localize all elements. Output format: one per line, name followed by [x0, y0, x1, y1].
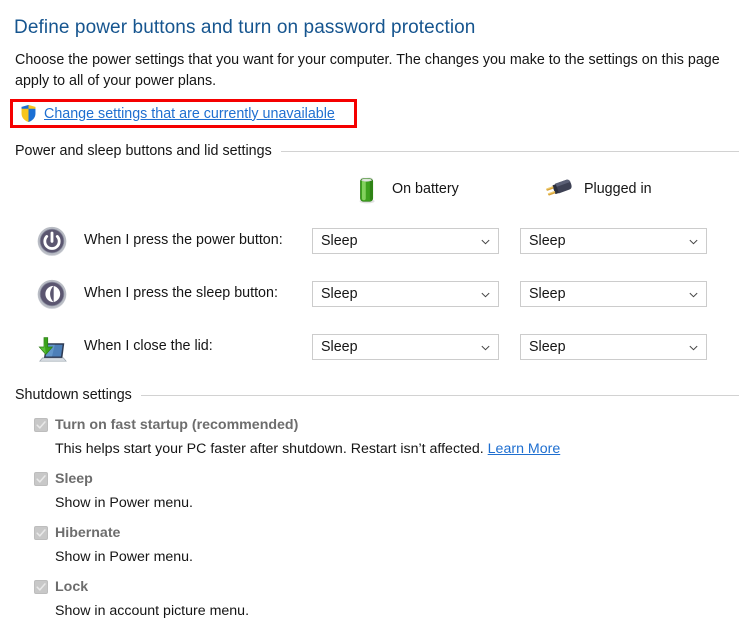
group-header-shutdown-label: Shutdown settings	[15, 387, 132, 403]
chevron-down-icon	[689, 292, 698, 297]
sleep-moon-icon	[37, 279, 67, 309]
close-lid-plugged-in-value: Sleep	[529, 339, 566, 355]
checkbox-row-fast-startup[interactable]: Turn on fast startup (recommended)	[0, 416, 747, 434]
power-options-page: Define power buttons and turn on passwor…	[0, 0, 747, 619]
divider-rule-shutdown	[140, 394, 739, 396]
close-lid-plugged-in-dropdown[interactable]: Sleep	[520, 334, 707, 360]
chevron-down-icon	[689, 345, 698, 350]
setting-row-power-button-label: When I press the power button:	[84, 232, 283, 248]
column-header-plugged-in-label: Plugged in	[584, 181, 652, 197]
setting-row-close-lid-label: When I close the lid:	[84, 338, 213, 354]
checkbox-label-sleep: Sleep	[55, 471, 93, 487]
checkbox-item-sleep: Sleep Show in Power menu.	[0, 470, 747, 512]
sleep-button-plugged-in-value: Sleep	[529, 286, 566, 302]
close-lid-on-battery-value: Sleep	[321, 339, 358, 355]
checkbox-description-hibernate: Show in Power menu.	[55, 549, 194, 565]
checkbox-item-fast-startup: Turn on fast startup (recommended) This …	[0, 416, 747, 458]
setting-row-sleep-button: When I press the sleep button: Sleep Sle…	[0, 277, 747, 311]
checkbox-item-hibernate: Hibernate Show in Power menu.	[0, 524, 747, 566]
chevron-down-icon	[481, 239, 490, 244]
checkbox-row-hibernate[interactable]: Hibernate	[0, 524, 747, 542]
chevron-down-icon	[481, 345, 490, 350]
power-button-plugged-in-value: Sleep	[529, 233, 566, 249]
checkbox-description-fast-startup: This helps start your PC faster after sh…	[0, 440, 747, 458]
checkbox-description-lock: Show in account picture menu.	[55, 603, 250, 619]
group-header-power-sleep-label: Power and sleep buttons and lid settings	[15, 143, 272, 159]
checkbox-label-lock: Lock	[55, 579, 89, 595]
checkbox-row-lock[interactable]: Lock	[0, 578, 747, 596]
checkbox-checked-disabled-icon[interactable]	[34, 418, 48, 432]
column-header-on-battery-label: On battery	[392, 181, 459, 197]
checkbox-row-sleep[interactable]: Sleep	[0, 470, 747, 488]
checkbox-description-fast-startup-text: This helps start your PC faster after sh…	[55, 441, 484, 457]
setting-row-sleep-button-label: When I press the sleep button:	[84, 285, 278, 301]
page-title: Define power buttons and turn on passwor…	[14, 17, 476, 38]
sleep-button-on-battery-value: Sleep	[321, 286, 358, 302]
shield-icon	[20, 104, 37, 123]
divider-rule-power	[280, 150, 739, 152]
sleep-button-on-battery-dropdown[interactable]: Sleep	[312, 281, 499, 307]
checkbox-label-fast-startup: Turn on fast startup (recommended)	[55, 417, 299, 433]
checkbox-item-lock: Lock Show in account picture menu.	[0, 578, 747, 620]
change-settings-highlight-box: Change settings that are currently unava…	[10, 99, 357, 128]
power-button-icon	[37, 226, 67, 256]
close-lid-on-battery-dropdown[interactable]: Sleep	[312, 334, 499, 360]
setting-row-power-button: When I press the power button: Sleep Sle…	[0, 224, 747, 258]
chevron-down-icon	[689, 239, 698, 244]
shutdown-settings-list: Turn on fast startup (recommended) This …	[0, 416, 747, 620]
checkbox-label-hibernate: Hibernate	[55, 525, 121, 541]
checkbox-checked-disabled-icon[interactable]	[34, 472, 48, 486]
learn-more-link[interactable]: Learn More	[488, 441, 561, 457]
column-header-on-battery: On battery	[353, 174, 459, 204]
group-header-shutdown: Shutdown settings	[15, 386, 739, 404]
checkbox-checked-disabled-icon[interactable]	[34, 580, 48, 594]
power-button-on-battery-value: Sleep	[321, 233, 358, 249]
sleep-button-plugged-in-dropdown[interactable]: Sleep	[520, 281, 707, 307]
power-button-on-battery-dropdown[interactable]: Sleep	[312, 228, 499, 254]
power-button-plugged-in-dropdown[interactable]: Sleep	[520, 228, 707, 254]
laptop-lid-icon	[38, 337, 67, 362]
column-header-plugged-in: Plugged in	[545, 174, 652, 204]
power-plug-icon	[546, 179, 572, 196]
chevron-down-icon	[481, 292, 490, 297]
group-header-power-sleep: Power and sleep buttons and lid settings	[15, 142, 739, 160]
battery-icon	[359, 176, 375, 204]
change-settings-link[interactable]: Change settings that are currently unava…	[44, 105, 335, 123]
intro-paragraph: Choose the power settings that you want …	[15, 52, 720, 89]
checkbox-checked-disabled-icon[interactable]	[34, 526, 48, 540]
checkbox-description-sleep: Show in Power menu.	[55, 495, 194, 511]
setting-row-close-lid: When I close the lid: Sleep Sleep	[0, 330, 747, 364]
